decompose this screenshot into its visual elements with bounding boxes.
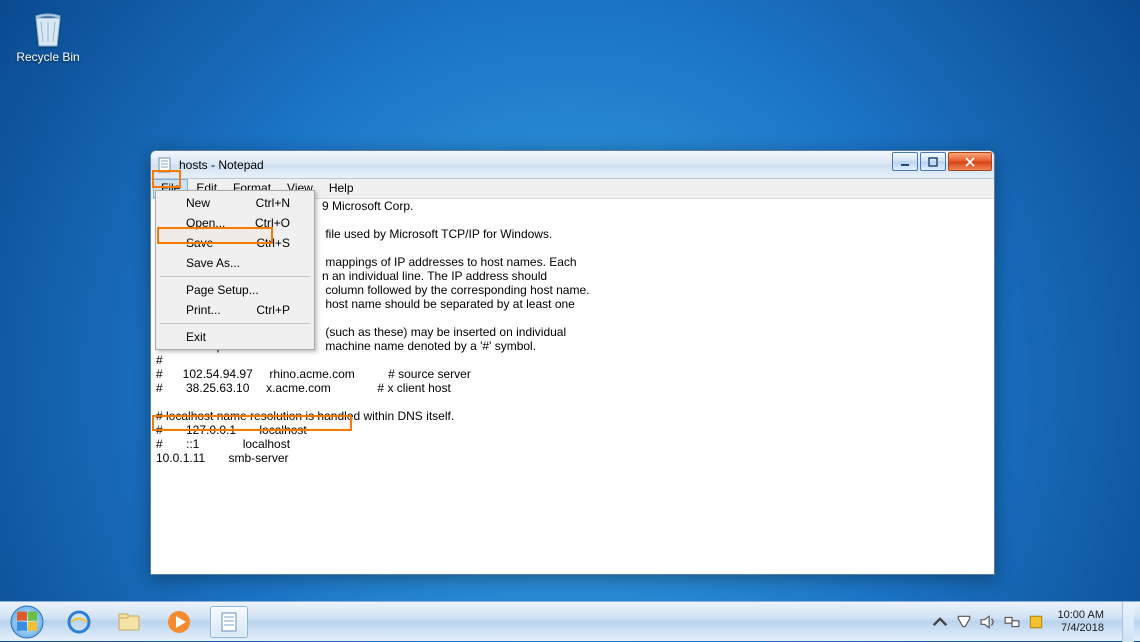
start-button[interactable] bbox=[0, 602, 54, 642]
clock-date: 7/4/2018 bbox=[1058, 622, 1104, 635]
close-button[interactable] bbox=[948, 152, 992, 171]
menu-new[interactable]: NewCtrl+N bbox=[158, 193, 312, 213]
menu-separator bbox=[160, 323, 310, 324]
maximize-button[interactable] bbox=[920, 152, 946, 171]
taskbar-explorer-icon[interactable] bbox=[110, 606, 148, 638]
menu-save[interactable]: SaveCtrl+S bbox=[158, 233, 312, 253]
file-menu-dropdown: NewCtrl+N Open...Ctrl+O SaveCtrl+S Save … bbox=[155, 190, 315, 350]
tray-chevron-icon[interactable] bbox=[932, 614, 948, 630]
recycle-bin[interactable]: Recycle Bin bbox=[12, 8, 84, 64]
menu-save-as[interactable]: Save As... bbox=[158, 253, 312, 273]
menu-exit[interactable]: Exit bbox=[158, 327, 312, 347]
taskbar-notepad-icon[interactable] bbox=[210, 606, 248, 638]
minimize-button[interactable] bbox=[892, 152, 918, 171]
window-title: hosts - Notepad bbox=[179, 158, 988, 172]
tray-action-center-icon[interactable] bbox=[956, 614, 972, 630]
text-visible-right: 9 Microsoft Corp. file used by Microsoft… bbox=[322, 199, 590, 353]
notepad-icon bbox=[157, 157, 173, 173]
menu-print[interactable]: Print...Ctrl+P bbox=[158, 300, 312, 320]
menu-separator bbox=[160, 276, 310, 277]
taskbar-ie-icon[interactable] bbox=[60, 606, 98, 638]
menu-help[interactable]: Help bbox=[321, 179, 362, 198]
menu-open[interactable]: Open...Ctrl+O bbox=[158, 213, 312, 233]
recycle-bin-label: Recycle Bin bbox=[12, 50, 84, 64]
tray-network-icon[interactable] bbox=[1004, 614, 1020, 630]
clock-time: 10:00 AM bbox=[1058, 609, 1104, 622]
recycle-bin-icon bbox=[26, 8, 70, 48]
tray-volume-icon[interactable] bbox=[980, 614, 996, 630]
taskbar-media-player-icon[interactable] bbox=[160, 606, 198, 638]
show-desktop-button[interactable] bbox=[1122, 602, 1134, 642]
text-visible-below: # For example: # # 102.54.94.97 rhino.ac… bbox=[156, 339, 471, 465]
menu-page-setup[interactable]: Page Setup... bbox=[158, 280, 312, 300]
taskbar: 10:00 AM 7/4/2018 bbox=[0, 601, 1140, 641]
tray-clock[interactable]: 10:00 AM 7/4/2018 bbox=[1052, 609, 1110, 635]
tray-devices-icon[interactable] bbox=[1028, 614, 1044, 630]
system-tray: 10:00 AM 7/4/2018 bbox=[932, 602, 1140, 642]
titlebar[interactable]: hosts - Notepad bbox=[151, 151, 994, 179]
